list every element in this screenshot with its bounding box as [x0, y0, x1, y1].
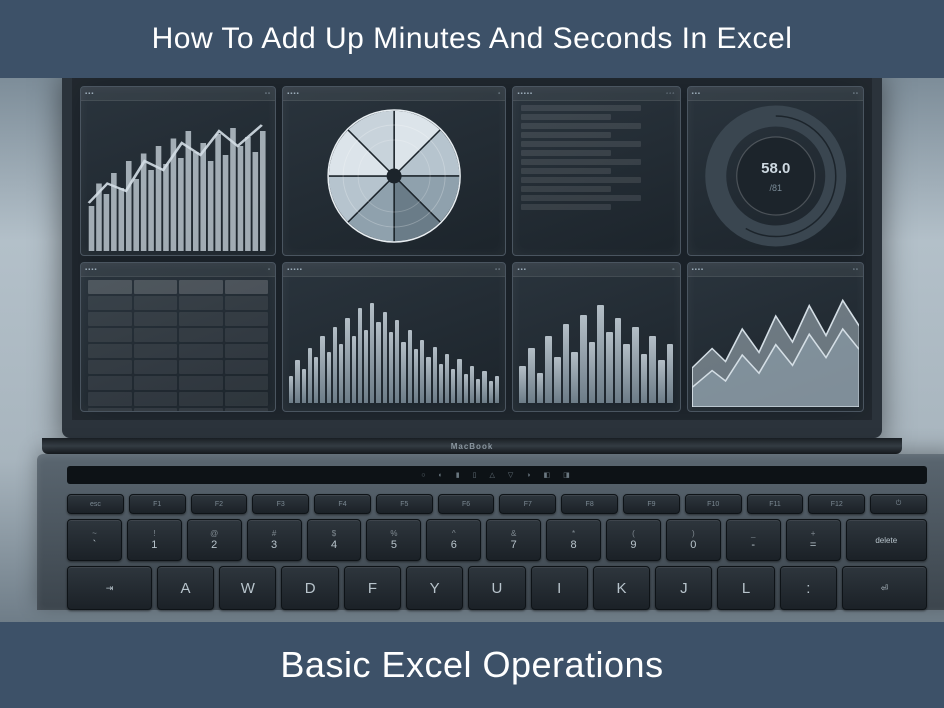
- laptop-brand-label: MacBook: [451, 442, 494, 451]
- laptop-touchbar: ○◐▮▯△▽◑◧◨: [67, 466, 927, 484]
- key-esc: esc: [67, 494, 124, 514]
- key-alpha: L: [717, 566, 774, 610]
- panel-header: ▪▪▪▪▫: [81, 263, 275, 277]
- key-fn: F6: [438, 494, 495, 514]
- key-num: !1: [127, 519, 182, 561]
- key-power: ⏻: [870, 494, 927, 514]
- panel-settings-list: ▪▪▪▪▪◦◦◦: [512, 86, 680, 256]
- key-fn: F5: [376, 494, 433, 514]
- area-chart: [692, 277, 860, 407]
- key-delete: delete: [846, 519, 927, 561]
- key-alpha: J: [655, 566, 712, 610]
- key-num: &7: [486, 519, 541, 561]
- laptop-screen: ▪▪▪▫▫ ▪▪▪▪▫: [62, 78, 882, 438]
- key-num: $4: [307, 519, 362, 561]
- key-alpha: D: [281, 566, 338, 610]
- svg-text:58.0: 58.0: [761, 160, 790, 177]
- panel-radial-wheel: ▪▪▪▪▫: [282, 86, 506, 256]
- kbd-row-num: ~`!1@2#3$4%5^6&7*8(9)0_-+=delete: [67, 519, 927, 561]
- gauge-chart: 58.0 /81: [692, 101, 860, 251]
- key-num: _-: [726, 519, 781, 561]
- panel-header: ▪▪▪▫▫: [688, 87, 864, 101]
- key-fn: F2: [191, 494, 248, 514]
- key-alpha: F: [344, 566, 401, 610]
- panel-histogram: ▪▪▪▪▪▫▫: [282, 262, 506, 412]
- kbd-row-alpha: ⇥AWDFYUIKJL:⏎: [67, 566, 927, 610]
- panel-bar-line: ▪▪▪▫▫: [80, 86, 276, 256]
- key-fn: F12: [808, 494, 865, 514]
- data-table: [85, 277, 271, 412]
- key-tab: ⇥: [67, 566, 152, 610]
- hero-stage: ▪▪▪▫▫ ▪▪▪▪▫: [0, 78, 944, 622]
- combo-chart: [85, 101, 271, 251]
- histogram-chart: [287, 277, 501, 407]
- panel-header: ▪▪▪▪▫: [283, 87, 505, 101]
- key-num: ^6: [426, 519, 481, 561]
- panel-area: ▪▪▪▪▫▫: [687, 262, 865, 412]
- key-num: %5: [366, 519, 421, 561]
- key-alpha: I: [531, 566, 588, 610]
- key-fn: F10: [685, 494, 742, 514]
- key-fn: F11: [747, 494, 804, 514]
- settings-list: [517, 101, 675, 251]
- panel-header: ▪▪▪▫▫: [81, 87, 275, 101]
- key-num: (9: [606, 519, 661, 561]
- key-num: #3: [247, 519, 302, 561]
- panel-data-table: ▪▪▪▪▫: [80, 262, 276, 412]
- dashboard-grid: ▪▪▪▫▫ ▪▪▪▪▫: [80, 86, 864, 412]
- key-fn: F9: [623, 494, 680, 514]
- key-num: @2: [187, 519, 242, 561]
- key-alpha: :: [780, 566, 837, 610]
- laptop-keyboard: esc F1F2F3F4F5F6F7F8F9F10F11F12 ⏻ ~`!1@2…: [67, 494, 927, 610]
- key-fn: F3: [252, 494, 309, 514]
- panel-header: ▪▪▪▪▪◦◦◦: [513, 87, 679, 101]
- footer-banner: Basic Excel Operations: [0, 622, 944, 708]
- key-fn: F7: [499, 494, 556, 514]
- key-fn: F1: [129, 494, 186, 514]
- kbd-row-fn: esc F1F2F3F4F5F6F7F8F9F10F11F12 ⏻: [67, 494, 927, 514]
- key-num: +=: [786, 519, 841, 561]
- key-num: *8: [546, 519, 601, 561]
- key-alpha: W: [219, 566, 276, 610]
- panel-gauge: ▪▪▪▫▫ 58.0 /81: [687, 86, 865, 256]
- panel-sparse-bars: ▪▪▪▫: [512, 262, 680, 412]
- panel-header: ▪▪▪▪▫▫: [688, 263, 864, 277]
- sparse-bars-chart: [517, 277, 675, 407]
- key-alpha: K: [593, 566, 650, 610]
- svg-text:/81: /81: [769, 183, 782, 193]
- footer-title: Basic Excel Operations: [280, 644, 663, 686]
- panel-header: ▪▪▪▪▪▫▫: [283, 263, 505, 277]
- header-banner: How To Add Up Minutes And Seconds In Exc…: [0, 0, 944, 78]
- header-title: How To Add Up Minutes And Seconds In Exc…: [152, 22, 793, 56]
- key-fn: F8: [561, 494, 618, 514]
- key-enter: ⏎: [842, 566, 927, 610]
- key-fn: F4: [314, 494, 371, 514]
- key-num: ~`: [67, 519, 122, 561]
- radial-chart: [287, 101, 501, 251]
- laptop-deck: ○◐▮▯△▽◑◧◨ esc F1F2F3F4F5F6F7F8F9F10F11F1…: [37, 454, 944, 610]
- key-num: )0: [666, 519, 721, 561]
- laptop-illustration: ▪▪▪▫▫ ▪▪▪▪▫: [37, 78, 907, 610]
- panel-header: ▪▪▪▫: [513, 263, 679, 277]
- key-alpha: Y: [406, 566, 463, 610]
- laptop-hinge: MacBook: [42, 438, 902, 454]
- key-alpha: A: [157, 566, 214, 610]
- key-alpha: U: [468, 566, 525, 610]
